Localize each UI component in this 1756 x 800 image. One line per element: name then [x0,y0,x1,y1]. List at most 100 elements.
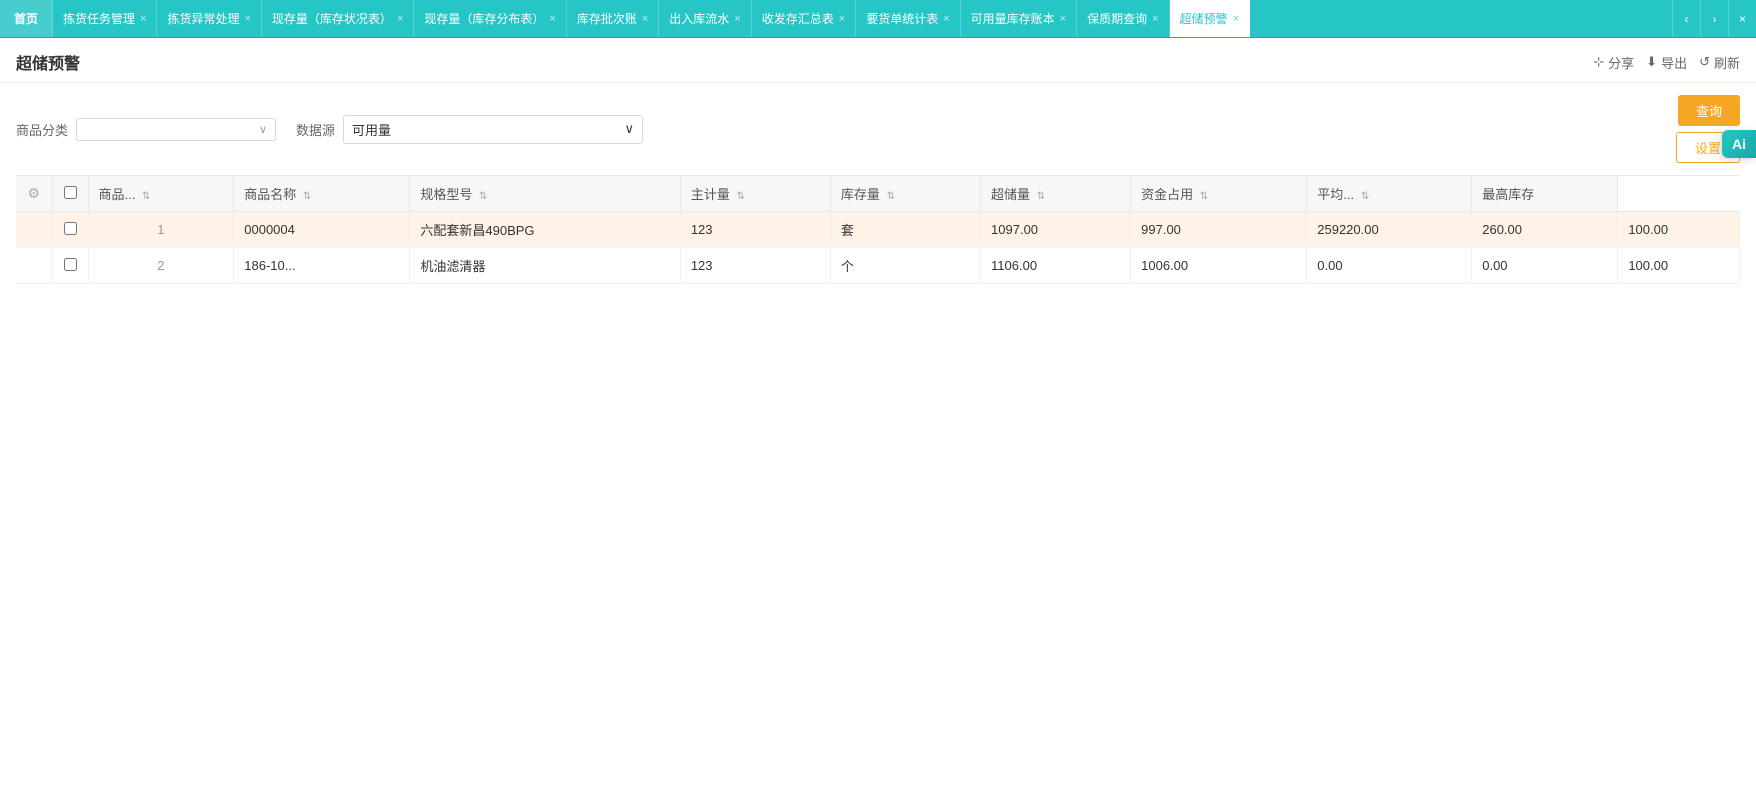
row-capital: 259220.00 [1307,212,1472,248]
table-row: 1 0000004 六配套新昌490BPG 123 套 1097.00 997.… [16,212,1740,248]
row-product-code: 186-10... [234,248,410,284]
table-header-unit[interactable]: 主计量 ⇅ [680,176,830,212]
export-button[interactable]: ⬇ 导出 [1646,53,1687,72]
sort-icon: ⇅ [736,191,744,202]
table-container: ⚙ 商品... ⇅ 商品名称 ⇅ 规格型号 ⇅ [0,175,1756,284]
close-icon[interactable]: × [1152,13,1158,25]
table-header-product-code[interactable]: 商品... ⇅ [88,176,234,212]
row-spec: 123 [680,212,830,248]
sort-icon: ⇅ [303,191,311,202]
table-header-max-stock[interactable]: 最高库存 [1472,176,1618,212]
sort-icon: ⇅ [1361,191,1369,202]
row-checkbox-cell[interactable] [52,212,88,248]
row-gear-cell [16,212,52,248]
nav-tab-available-account[interactable]: 可用量库存账本 × [961,0,1077,37]
table-header-overstock[interactable]: 超储量 ⇅ [981,176,1131,212]
row-stock: 1106.00 [981,248,1131,284]
row-avg: 260.00 [1472,212,1618,248]
row-index: 1 [88,212,234,248]
sort-icon: ⇅ [479,191,487,202]
nav-arrows: ‹ › × [1672,0,1756,38]
nav-tab-quality-check[interactable]: 保质期查询 × [1077,0,1169,37]
datasource-filter-item: 数据源 可用量 ∨ [296,115,643,144]
table-header-product-name[interactable]: 商品名称 ⇅ [234,176,410,212]
table-header-checkbox[interactable] [52,176,88,212]
category-filter-item: 商品分类 ∨ [16,118,276,141]
table-row: 2 186-10... 机油滤清器 123 个 1106.00 1006.00 … [16,248,1740,284]
nav-tab-inventory-dist[interactable]: 现存量（库存分布表） × [414,0,566,37]
share-button[interactable]: ⊹ 分享 [1593,53,1634,72]
datasource-value: 可用量 [352,120,391,139]
close-icon[interactable]: × [397,13,403,25]
nav-close-button[interactable]: × [1728,0,1756,38]
header-actions: ⊹ 分享 ⬇ 导出 ↺ 刷新 [1593,53,1740,72]
category-label: 商品分类 [16,120,68,139]
close-icon[interactable]: × [244,13,250,25]
row-checkbox[interactable] [64,222,77,235]
nav-prev-button[interactable]: ‹ [1672,0,1700,38]
row-overstock: 997.00 [1131,212,1307,248]
sort-icon: ⇅ [1037,191,1045,202]
data-table: ⚙ 商品... ⇅ 商品名称 ⇅ 规格型号 ⇅ [16,175,1740,284]
close-icon[interactable]: × [140,13,146,25]
row-checkbox-cell[interactable] [52,248,88,284]
row-spec: 123 [680,248,830,284]
chevron-down-icon: ∨ [625,121,635,137]
table-header-spec[interactable]: 规格型号 ⇅ [410,176,680,212]
table-header-gear[interactable]: ⚙ [16,176,52,212]
page-title: 超储预警 [16,50,80,74]
row-stock: 1097.00 [981,212,1131,248]
select-all-checkbox[interactable] [64,186,77,199]
close-icon[interactable]: × [943,13,949,25]
close-icon[interactable]: × [839,13,845,25]
sort-icon: ⇅ [887,191,895,202]
table-header-stock[interactable]: 库存量 ⇅ [830,176,980,212]
export-icon: ⬇ [1646,54,1657,70]
close-icon[interactable]: × [549,13,555,25]
refresh-button[interactable]: ↺ 刷新 [1699,53,1740,72]
row-unit: 个 [830,248,980,284]
row-checkbox[interactable] [64,258,77,271]
table-header-avg[interactable]: 平均... ⇅ [1307,176,1472,212]
share-icon: ⊹ [1593,54,1604,70]
nav-tab-overstock-warning[interactable]: 超储预警 × [1170,0,1250,37]
row-unit: 套 [830,212,980,248]
row-avg: 0.00 [1472,248,1618,284]
table-header-capital[interactable]: 资金占用 ⇅ [1131,176,1307,212]
row-product-name: 六配套新昌490BPG [410,212,680,248]
datasource-select[interactable]: 可用量 ∨ [343,115,643,144]
page-header: 超储预警 ⊹ 分享 ⬇ 导出 ↺ 刷新 [0,38,1756,83]
nav-tab-collect-summary[interactable]: 收发存汇总表 × [752,0,856,37]
row-max-stock: 100.00 [1618,212,1740,248]
close-icon[interactable]: × [1233,13,1239,25]
nav-tab-inventory-status[interactable]: 现存量（库存状况表） × [262,0,414,37]
nav-tab-task-mgmt[interactable]: 拣货任务管理 × [53,0,157,37]
row-product-name: 机油滤清器 [410,248,680,284]
nav-tab-abnormal[interactable]: 拣货异常处理 × [157,0,261,37]
refresh-icon: ↺ [1699,54,1710,70]
row-overstock: 1006.00 [1131,248,1307,284]
close-icon[interactable]: × [1060,13,1066,25]
nav-tab-home[interactable]: 首页 [0,0,53,37]
gear-icon[interactable]: ⚙ [27,185,40,201]
chevron-down-icon: ∨ [259,123,267,136]
datasource-label: 数据源 [296,120,335,139]
nav-tab-in-out-flow[interactable]: 出入库流水 × [659,0,751,37]
top-navigation: 首页 拣货任务管理 × 拣货异常处理 × 现存量（库存状况表） × 现存量（库存… [0,0,1756,38]
nav-tab-batch-account[interactable]: 库存批次账 × [567,0,659,37]
nav-tab-order-stats[interactable]: 要货单统计表 × [856,0,960,37]
close-icon[interactable]: × [734,13,740,25]
table-header-row: ⚙ 商品... ⇅ 商品名称 ⇅ 规格型号 ⇅ [16,176,1740,212]
nav-next-button[interactable]: › [1700,0,1728,38]
row-product-code: 0000004 [234,212,410,248]
row-capital: 0.00 [1307,248,1472,284]
query-button[interactable]: 查询 [1678,95,1740,126]
category-select[interactable]: ∨ [76,118,276,141]
row-index: 2 [88,248,234,284]
sort-icon: ⇅ [142,191,150,202]
close-icon[interactable]: × [642,13,648,25]
sort-icon: ⇅ [1200,191,1208,202]
main-content: 超储预警 ⊹ 分享 ⬇ 导出 ↺ 刷新 商品分类 ∨ 数据源 [0,38,1756,800]
filter-row: 商品分类 ∨ 数据源 可用量 ∨ 查询 设置 [0,83,1756,175]
ai-badge[interactable]: Ai [1722,130,1756,158]
